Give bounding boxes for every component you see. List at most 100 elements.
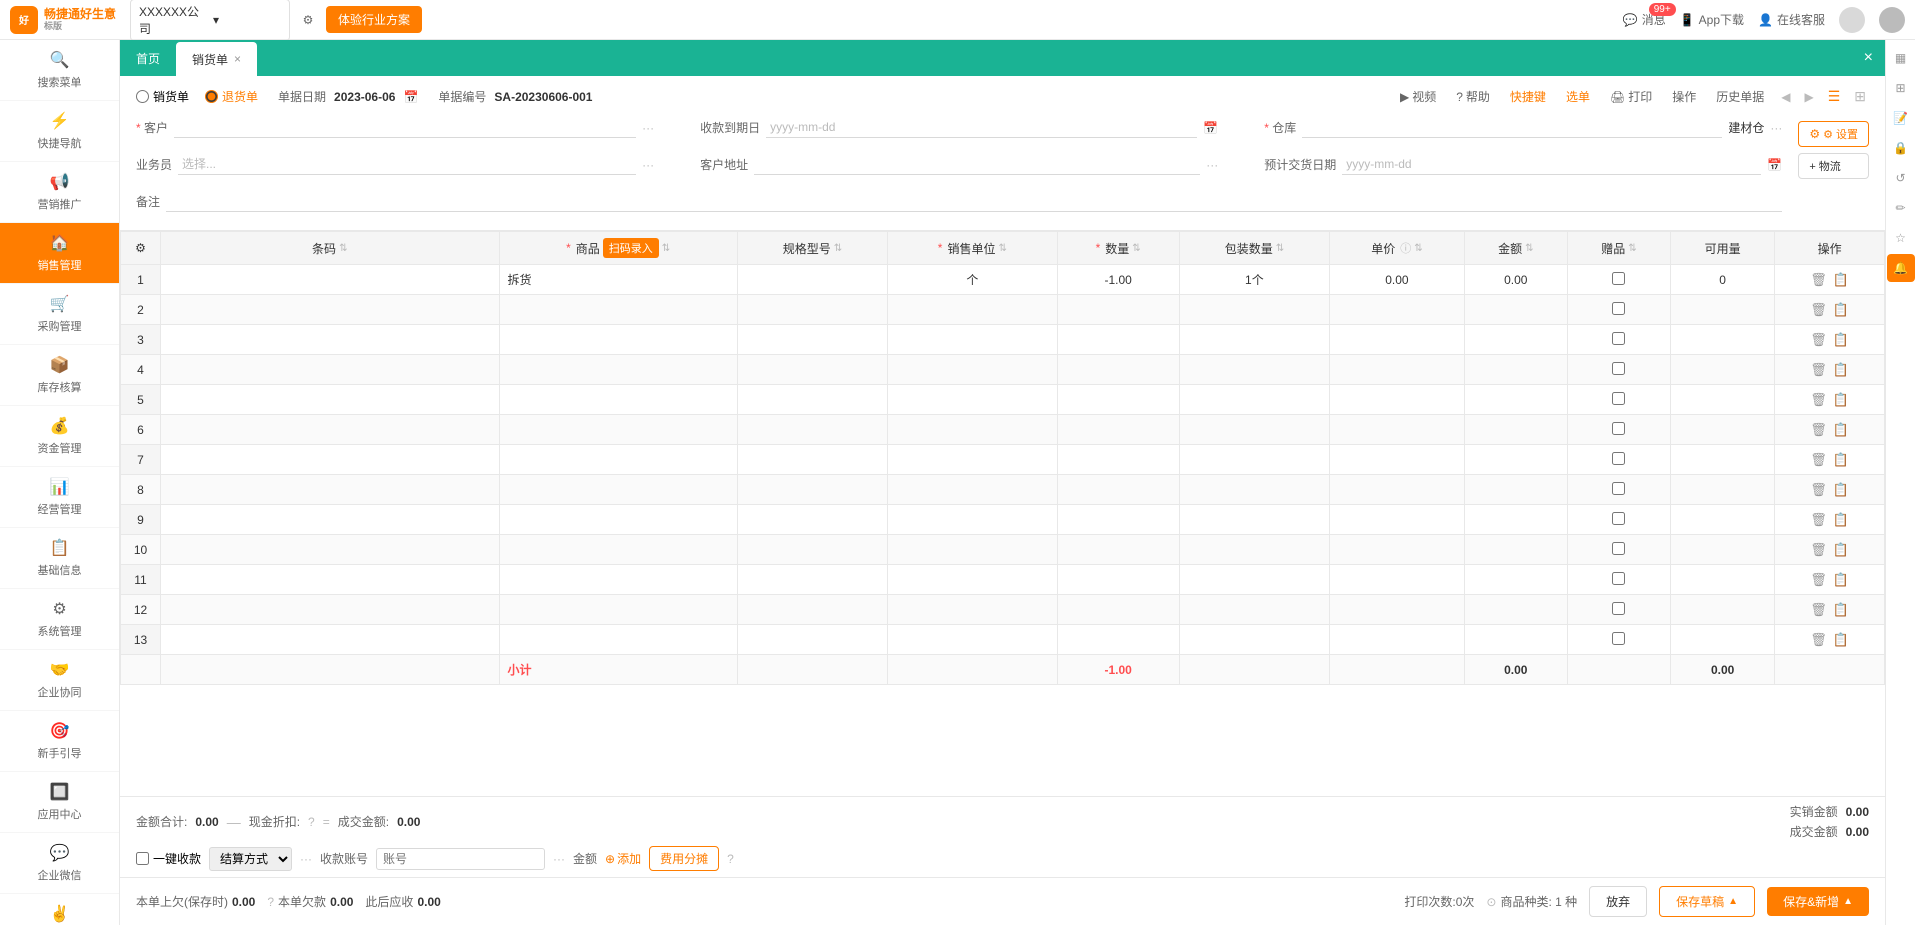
avatar-2[interactable] [1879,7,1905,33]
product-count-radio[interactable]: ⊙ [1486,895,1496,909]
discount-info-icon[interactable]: ? [308,815,315,829]
sidebar-item-business[interactable]: 📊 经营管理 [0,467,119,528]
row-qty-1[interactable]: -1.00 [1057,265,1179,295]
settings-button[interactable]: ⚙ ⚙ 设置 [1798,121,1869,147]
row-delete-icon-13[interactable]: 🗑 [1810,632,1827,648]
shortcut-btn[interactable]: 快捷键 [1504,86,1552,107]
sort-unit-icon[interactable]: ⇅ [998,243,1006,254]
row-delete-icon-2[interactable]: 🗑 [1810,302,1827,318]
radio-sales[interactable]: 销货单 [136,88,189,105]
warehouse-input[interactable] [1302,117,1722,138]
list-view-icon[interactable]: ☰ [1825,88,1844,105]
row-gift-13[interactable] [1567,625,1670,655]
row-barcode-8[interactable] [161,475,500,505]
app-download-button[interactable]: 📱 App下载 [1680,11,1744,28]
row-copy-icon-3[interactable]: 📋 [1833,332,1849,348]
row-spec-3[interactable] [737,325,887,355]
row-spec-11[interactable] [737,565,887,595]
calendar-icon[interactable]: 📅 [403,90,418,104]
row-gift-3[interactable] [1567,325,1670,355]
sort-amount-icon[interactable]: ⇅ [1525,243,1533,254]
row-spec-10[interactable] [737,535,887,565]
price-info-icon[interactable]: ⓘ [1400,240,1411,256]
row-delete-icon-5[interactable]: 🗑 [1810,392,1827,408]
row-gift-5[interactable] [1567,385,1670,415]
row-spec-13[interactable] [737,625,887,655]
right-tool-lock[interactable]: 🔒 [1887,134,1915,162]
row-qty-9[interactable] [1057,505,1179,535]
nav-next-icon[interactable]: ▶ [1801,90,1816,104]
payment-help-icon[interactable]: ? [727,852,734,866]
th-settings[interactable]: ⚙ [121,232,161,265]
sidebar-item-system[interactable]: ⚙ 系统管理 [0,589,119,650]
row-spec-12[interactable] [737,595,887,625]
tab-sales-order[interactable]: 销货单 × [176,42,257,76]
receive-calendar-icon[interactable]: 📅 [1203,121,1218,135]
row-barcode-6[interactable] [161,415,500,445]
row-gift-12[interactable] [1567,595,1670,625]
sort-barcode-icon[interactable]: ⇅ [339,243,347,254]
row-gift-2[interactable] [1567,295,1670,325]
save-draft-button[interactable]: 保存草稿 ▲ [1659,886,1755,917]
print-btn[interactable]: 🖨 打印 [1604,86,1658,107]
row-unit-price-3[interactable] [1330,325,1465,355]
row-copy-icon-8[interactable]: 📋 [1833,482,1849,498]
expense-split-button[interactable]: 费用分摊 [649,846,719,871]
salesperson-input[interactable] [178,154,636,175]
row-gift-10[interactable] [1567,535,1670,565]
grid-view-icon[interactable]: ⊞ [1851,88,1869,105]
right-tool-star[interactable]: ☆ [1887,224,1915,252]
sidebar-item-finance[interactable]: 💰 资金管理 [0,406,119,467]
row-unit-price-12[interactable] [1330,595,1465,625]
right-tool-edit[interactable]: ✏ [1887,194,1915,222]
row-unit-price-2[interactable] [1330,295,1465,325]
sidebar-item-corp[interactable]: 🤝 企业协同 [0,650,119,711]
row-spec-1[interactable] [737,265,887,295]
row-delete-icon-1[interactable]: 🗑 [1810,272,1827,288]
row-delete-icon-11[interactable]: 🗑 [1810,572,1827,588]
row-gift-8[interactable] [1567,475,1670,505]
avatar[interactable] [1839,7,1865,33]
sidebar-item-quicknav[interactable]: ⚡ 快捷导航 [0,101,119,162]
right-tool-note[interactable]: 📝 [1887,104,1915,132]
sort-pkg-icon[interactable]: ⇅ [1276,243,1284,254]
row-qty-2[interactable] [1057,295,1179,325]
radio-return[interactable]: 退货单 [205,88,258,105]
row-barcode-7[interactable] [161,445,500,475]
sort-product-icon[interactable]: ⇅ [662,243,670,254]
sidebar-item-appstore[interactable]: 🔲 应用中心 [0,772,119,833]
discard-button[interactable]: 放弃 [1589,886,1647,917]
row-spec-8[interactable] [737,475,887,505]
row-delete-icon-10[interactable]: 🗑 [1810,542,1827,558]
one-click-payment[interactable]: 一键收款 [136,850,201,867]
add-payment-button[interactable]: ⊕ 添加 [605,850,641,867]
row-spec-7[interactable] [737,445,887,475]
sort-qty-icon[interactable]: ⇅ [1132,243,1140,254]
row-delete-icon-6[interactable]: 🗑 [1810,422,1827,438]
warehouse-more-icon[interactable]: ··· [1770,121,1782,135]
row-qty-5[interactable] [1057,385,1179,415]
sort-spec-icon[interactable]: ⇅ [834,243,842,254]
row-unit-price-8[interactable] [1330,475,1465,505]
row-barcode-13[interactable] [161,625,500,655]
row-unit-price-13[interactable] [1330,625,1465,655]
sidebar-item-guide[interactable]: 🎯 新手引导 [0,711,119,772]
row-barcode-4[interactable] [161,355,500,385]
row-unit-price-1[interactable]: 0.00 [1330,265,1465,295]
video-btn[interactable]: ▶ 视频 [1394,86,1442,107]
row-qty-11[interactable] [1057,565,1179,595]
save-new-button[interactable]: 保存&新增 ▲ [1767,887,1869,916]
row-copy-icon-1[interactable]: 📋 [1833,272,1849,288]
row-barcode-2[interactable] [161,295,500,325]
row-delete-icon-4[interactable]: 🗑 [1810,362,1827,378]
select-btn[interactable]: 选单 [1560,86,1596,107]
row-barcode-1[interactable] [161,265,500,295]
row-barcode-11[interactable] [161,565,500,595]
row-delete-icon-7[interactable]: 🗑 [1810,452,1827,468]
message-button[interactable]: 💬 消息 99+ [1623,11,1666,28]
row-qty-13[interactable] [1057,625,1179,655]
sort-price-icon[interactable]: ⇅ [1414,243,1422,254]
operation-btn[interactable]: 操作 [1666,86,1702,107]
account-more-icon[interactable]: ··· [553,852,565,866]
expected-calendar-icon[interactable]: 📅 [1767,158,1782,172]
